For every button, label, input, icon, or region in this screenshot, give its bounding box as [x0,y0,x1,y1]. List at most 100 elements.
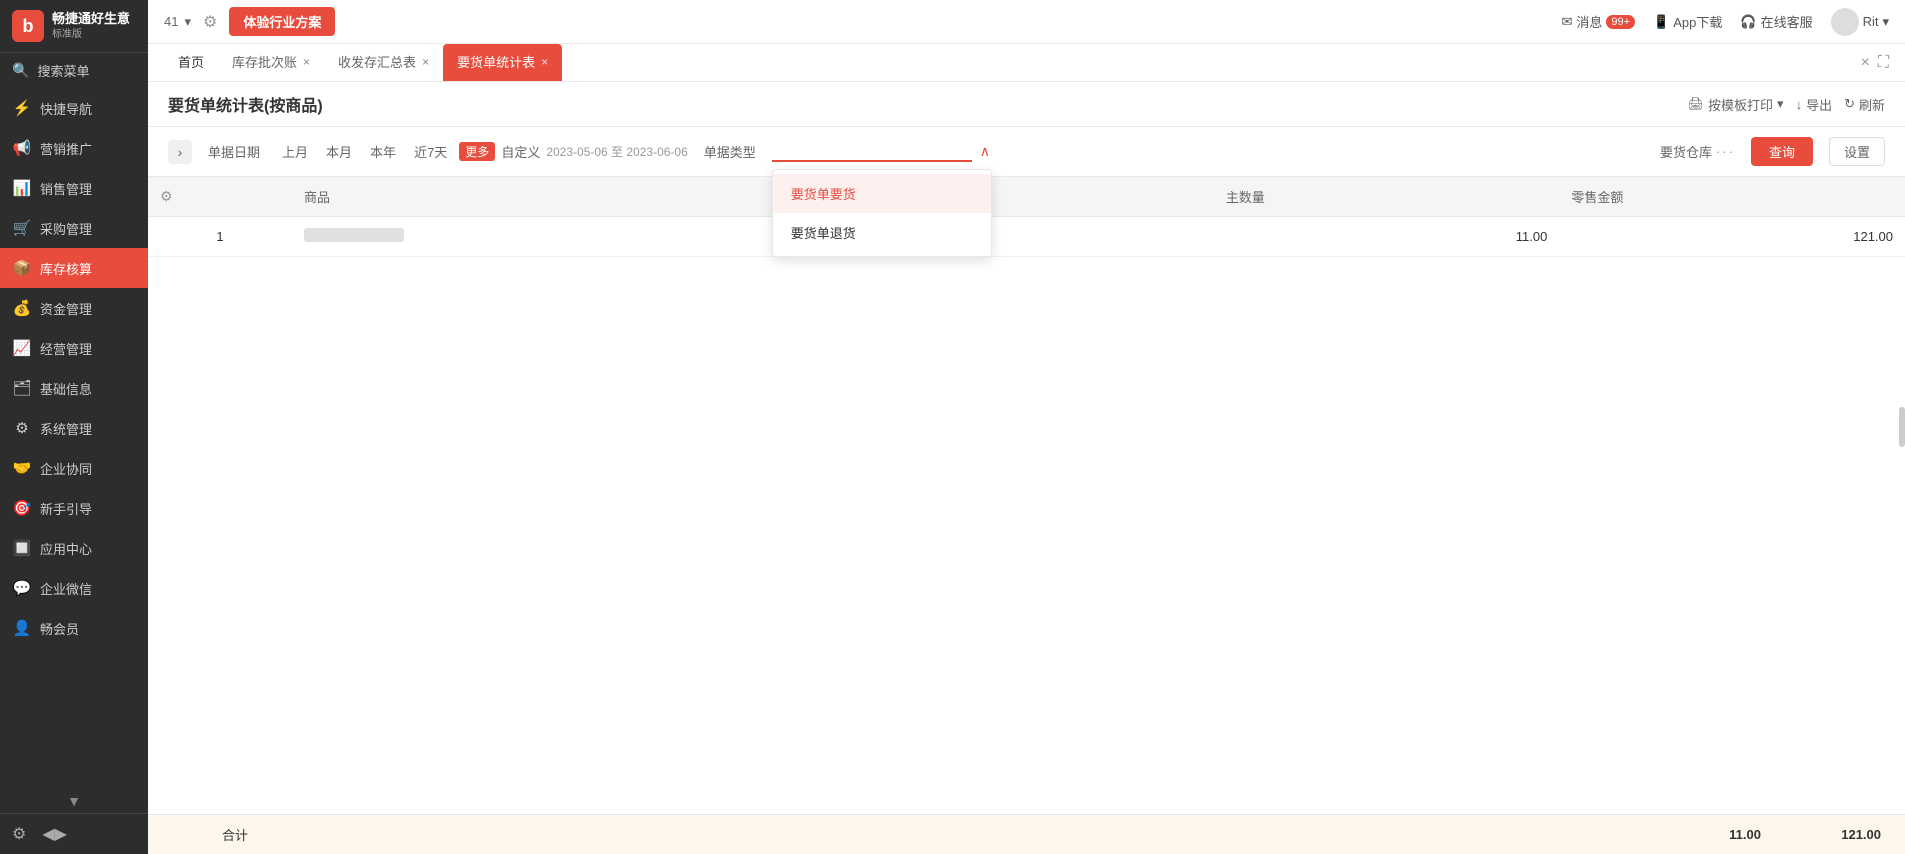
search-menu[interactable]: 🔍 搜索菜单 [0,53,148,88]
sidebar-item-operations[interactable]: 📈 经营管理 [0,328,148,368]
warehouse-more-icon[interactable]: ··· [1716,144,1735,159]
sidebar-item-guide[interactable]: 🎯 新手引导 [0,488,148,528]
sidebar-icon-wechat: 💬 [12,578,32,598]
date-btn-current[interactable]: 本月 [320,140,358,163]
sidebar-item-basics[interactable]: 🗂 基础信息 [0,368,148,408]
sidebar-footer: ⚙ ◀▶ [0,813,148,854]
print-btn[interactable]: 🖨 按模板打印 ▾ [1688,95,1784,114]
sidebar-item-purchase[interactable]: 🛒 采购管理 [0,208,148,248]
sidebar-label-basics: 基础信息 [40,379,92,398]
tab-close-all[interactable]: × [1860,54,1869,72]
row-qty: 11.00 [1214,217,1560,257]
online-service-btn[interactable]: 🎧 在线客服 [1740,12,1812,31]
tab-label-recv-send-summary: 收发存汇总表 [338,52,416,71]
filter-settings-btn[interactable]: 设置 [1829,137,1885,166]
sidebar-label-apps: 应用中心 [40,539,92,558]
date-btn-7days[interactable]: 近7天 [408,140,453,163]
filter-bar: › 单据日期 上月 本月 本年 近7天 更多 自定义 2023-05-06 至 … [148,127,1905,177]
dropdown-item-return[interactable]: 要货单退货 [773,213,991,252]
user-name: Rit [1863,14,1879,29]
tab-recv-send-summary[interactable]: 收发存汇总表 × [324,44,443,81]
brand-name: 畅捷通好生意 [52,10,130,28]
sidebar-item-marketing[interactable]: 📢 营销推广 [0,128,148,168]
sidebar-item-member[interactable]: 👤 畅会员 [0,608,148,648]
date-btn-year[interactable]: 本年 [364,140,402,163]
print-label: 按模板打印 [1708,95,1773,114]
date-btn-more[interactable]: 更多 [459,142,495,161]
refresh-icon: ↻ [1844,96,1855,112]
date-filter-label: 单据日期 [208,142,260,161]
sidebar-item-apps[interactable]: 🔲 应用中心 [0,528,148,568]
tab-close-recv-send-summary[interactable]: × [422,55,429,69]
collapse-icon[interactable]: ◀▶ [42,824,67,844]
avatar [1831,8,1859,36]
tab-close-order-summary[interactable]: × [541,55,548,69]
page-actions: 🖨 按模板打印 ▾ ↓ 导出 ↻ 刷新 [1688,95,1886,114]
selector-chevron: ▾ [184,14,191,30]
sidebar-item-system[interactable]: ⚙ 系统管理 [0,408,148,448]
tab-batch-account[interactable]: 库存批次账× [218,44,324,81]
refresh-label: 刷新 [1859,95,1885,114]
warehouse-filter-label: 要货仓库 [1660,142,1712,161]
table-wrapper: ⚙ 商品 主计量单位 主数量 零售金额 1 块 11.00 121.00 [148,177,1905,814]
sidebar-icon-system: ⚙ [12,418,32,438]
table-footer: 合计 11.00 121.00 [148,814,1905,854]
type-filter-chevron[interactable]: ∧ [980,143,990,160]
date-btn-up[interactable]: 上月 [276,140,314,163]
app-logo: b 畅捷通好生意 标准版 [0,0,148,53]
print-chevron: ▾ [1777,96,1784,112]
company-value: 41 [164,14,178,29]
app-download-label: App下载 [1673,12,1722,31]
filter-expand-btn[interactable]: › [168,140,192,164]
sidebar-icon-marketing: 📢 [12,138,32,158]
user-menu[interactable]: Rit ▾ [1831,8,1889,36]
sidebar-label-member: 畅会员 [40,619,79,638]
tab-close-batch-account[interactable]: × [303,55,310,69]
resize-handle[interactable] [1899,407,1905,447]
warehouse-filter-group: 要货仓库 ··· [1660,142,1735,161]
row-num: 1 [148,217,292,257]
th-settings: ⚙ [148,177,292,217]
sidebar-icon-apps: 🔲 [12,538,32,558]
query-btn[interactable]: 查询 [1751,137,1813,166]
sidebar-icon-guide: 🎯 [12,498,32,518]
sidebar-icon-operations: 📈 [12,338,32,358]
sidebar-item-sales[interactable]: 📊 销售管理 [0,168,148,208]
footer-amount: 121.00 [1773,827,1893,842]
table-header-row: ⚙ 商品 主计量单位 主数量 零售金额 [148,177,1905,217]
search-icon: 🔍 [12,62,29,79]
sidebar-item-finance[interactable]: 💰 资金管理 [0,288,148,328]
trial-btn[interactable]: 体验行业方案 [229,7,335,36]
sidebar-icon-member: 👤 [12,618,32,638]
sidebar-item-wechat[interactable]: 💬 企业微信 [0,568,148,608]
date-btn-custom[interactable]: 自定义 [501,142,540,161]
type-dropdown-menu: 要货单要货 要货单退货 [772,169,992,257]
export-btn[interactable]: ↓ 导出 [1796,95,1833,114]
sidebar-item-enterprise[interactable]: 🤝 企业协同 [0,448,148,488]
refresh-btn[interactable]: ↻ 刷新 [1844,95,1885,114]
sidebar-item-inventory[interactable]: 📦 库存核算 [0,248,148,288]
topbar-settings-icon[interactable]: ⚙ [203,12,217,32]
sidebar-icon-finance: 💰 [12,298,32,318]
topbar-right: ✉ 消息 99+ 📱 App下载 🎧 在线客服 Rit ▾ [1561,8,1889,36]
sidebar-label-purchase: 采购管理 [40,219,92,238]
tab-fullscreen[interactable]: ⛶ [1878,54,1889,72]
tab-home[interactable]: 首页 [164,44,218,81]
sidebar-scroll-down[interactable]: ▼ [0,789,148,813]
messages-btn[interactable]: ✉ 消息 99+ [1561,12,1635,31]
logo-text: 畅捷通好生意 标准版 [52,10,130,42]
type-filter-input[interactable] [772,141,972,162]
sidebar-item-quick-nav[interactable]: ⚡ 快捷导航 [0,88,148,128]
settings-icon[interactable]: ⚙ [12,824,26,844]
sidebar-label-operations: 经营管理 [40,339,92,358]
sidebar-icon-quick-nav: ⚡ [12,98,32,118]
message-icon: ✉ [1561,14,1572,30]
content-area: 要货单统计表(按商品) 🖨 按模板打印 ▾ ↓ 导出 ↻ 刷新 › [148,82,1905,854]
table-settings-icon[interactable]: ⚙ [160,188,173,204]
type-filter-label: 单据类型 [704,142,756,161]
company-selector[interactable]: 41 ▾ [164,14,191,30]
tab-order-summary[interactable]: 要货单统计表× [443,44,562,81]
app-download-btn[interactable]: 📱 App下载 [1653,12,1722,31]
topbar: 41 ▾ ⚙ 体验行业方案 ✉ 消息 99+ 📱 App下载 🎧 在线客服 R [148,0,1905,44]
dropdown-item-purchase[interactable]: 要货单要货 [773,174,991,213]
